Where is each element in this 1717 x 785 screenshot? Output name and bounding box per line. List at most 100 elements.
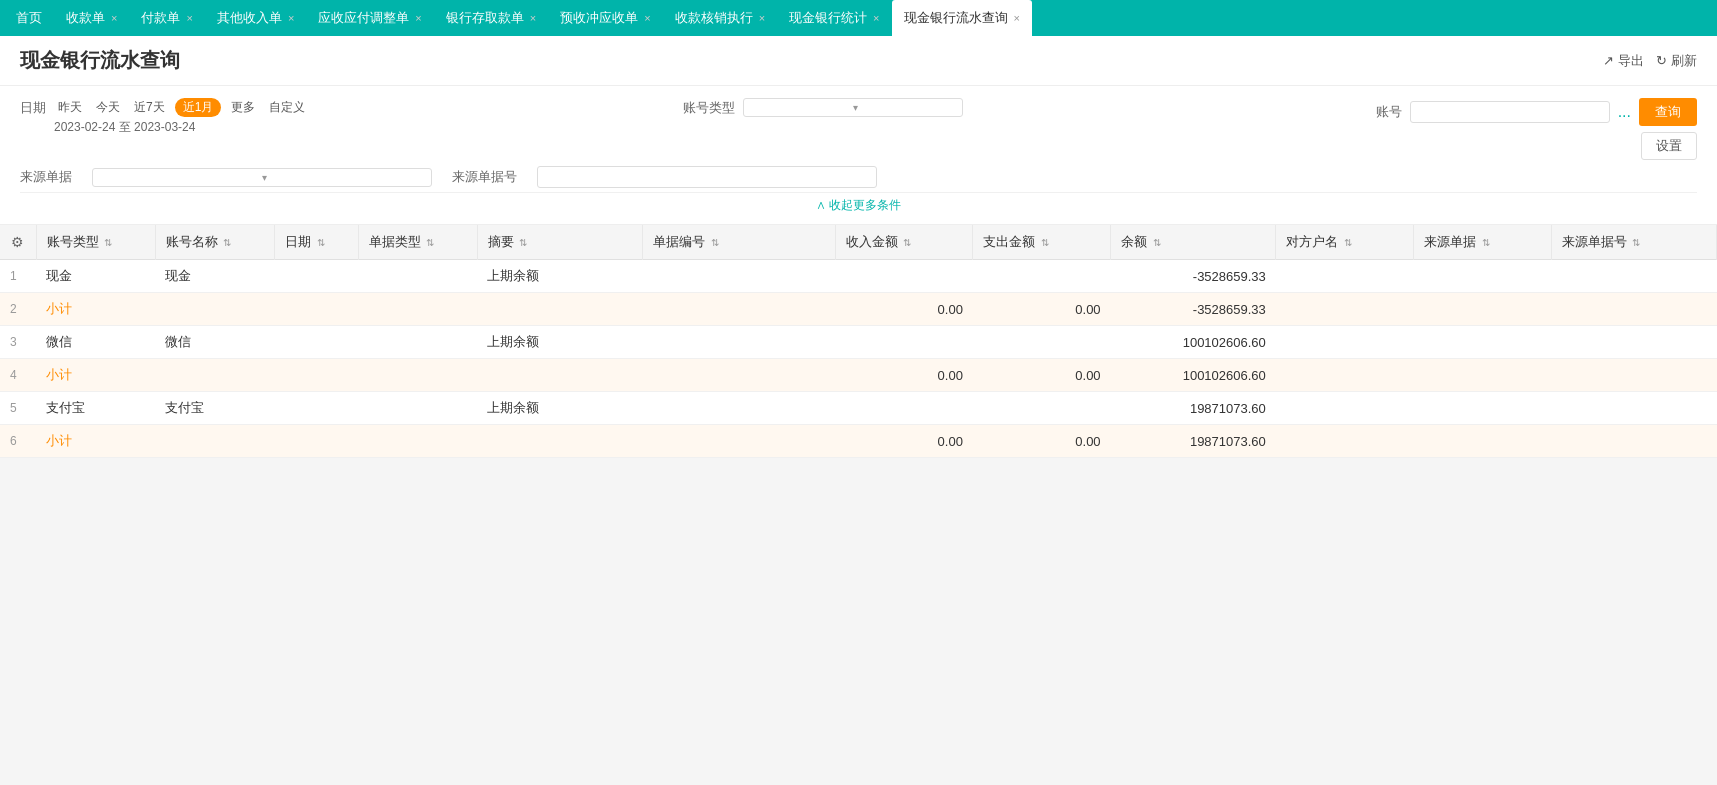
sort-icon: ⇅ <box>317 237 325 248</box>
nav-advance[interactable]: 预收冲应收单 × <box>548 0 662 36</box>
account-type-select[interactable]: ▾ <box>743 98 963 117</box>
account-type-label: 账号类型 <box>683 99 735 117</box>
row-num: 3 <box>0 326 36 359</box>
row-num: 1 <box>0 260 36 293</box>
query-button[interactable]: 查询 <box>1639 98 1697 126</box>
nav-verify-label: 收款核销执行 <box>675 0 753 36</box>
cell-doc-no <box>642 326 835 359</box>
nav-other-income-label: 其他收入单 <box>217 0 282 36</box>
row-num: 6 <box>0 425 36 458</box>
settings-button[interactable]: 设置 <box>1641 132 1697 160</box>
cell-doc-type <box>358 359 477 392</box>
source-doc-num-input[interactable] <box>537 166 877 188</box>
close-icon[interactable]: × <box>111 0 117 36</box>
col-source-doc-label: 来源单据 <box>1424 234 1476 249</box>
col-expense-label: 支出金额 <box>983 234 1035 249</box>
date-opt-today[interactable]: 今天 <box>92 98 124 117</box>
col-account-name-label: 账号名称 <box>166 234 218 249</box>
sort-icon: ⇅ <box>903 237 911 248</box>
date-opt-yesterday[interactable]: 昨天 <box>54 98 86 117</box>
cell-balance: 100102606.60 <box>1111 326 1276 359</box>
account-input[interactable] <box>1410 101 1610 123</box>
nav-advance-label: 预收冲应收单 <box>560 0 638 36</box>
nav-adjustment[interactable]: 应收应付调整单 × <box>306 0 433 36</box>
nav-bank-flow[interactable]: 现金银行流水查询 × <box>892 0 1032 36</box>
cell-summary: 上期余额 <box>477 392 642 425</box>
page-title: 现金银行流水查询 <box>20 47 180 74</box>
top-nav: 首页 收款单 × 付款单 × 其他收入单 × 应收应付调整单 × 银行存取款单 … <box>0 0 1717 36</box>
nav-home[interactable]: 首页 <box>4 0 54 36</box>
nav-bank-deposit[interactable]: 银行存取款单 × <box>434 0 548 36</box>
cell-account-type: 现金 <box>36 260 155 293</box>
cell-balance: -3528659.33 <box>1111 293 1276 326</box>
col-doc-no-label: 单据编号 <box>653 234 705 249</box>
close-icon[interactable]: × <box>530 0 536 36</box>
col-summary[interactable]: 摘要 ⇅ <box>477 225 642 260</box>
cell-summary <box>477 425 642 458</box>
date-opt-7days[interactable]: 近7天 <box>130 98 169 117</box>
close-icon[interactable]: × <box>644 0 650 36</box>
close-icon[interactable]: × <box>288 0 294 36</box>
cell-doc-no <box>642 425 835 458</box>
sort-icon: ⇅ <box>1153 237 1161 248</box>
col-gear[interactable]: ⚙ <box>0 225 36 260</box>
cell-counterpart <box>1276 293 1414 326</box>
col-expense[interactable]: 支出金额 ⇅ <box>973 225 1111 260</box>
nav-receipt[interactable]: 收款单 × <box>54 0 129 36</box>
cell-expense: 0.00 <box>973 425 1111 458</box>
chevron-down-icon: ▾ <box>262 172 423 183</box>
cell-doc-no <box>642 392 835 425</box>
cell-summary <box>477 359 642 392</box>
sort-icon: ⇅ <box>711 237 719 248</box>
row-num: 2 <box>0 293 36 326</box>
sort-icon: ⇅ <box>519 237 527 248</box>
col-counterpart[interactable]: 对方户名 ⇅ <box>1276 225 1414 260</box>
date-filter-group: 日期 昨天 今天 近7天 近1月 更多 自定义 2023-02-24 至 202… <box>20 98 309 136</box>
col-income[interactable]: 收入金额 ⇅ <box>835 225 973 260</box>
source-doc-select[interactable]: ▾ <box>92 168 432 187</box>
close-icon[interactable]: × <box>759 0 765 36</box>
cell-income: 0.00 <box>835 293 973 326</box>
nav-bank-stats-label: 现金银行统计 <box>789 0 867 36</box>
export-icon: ↗ <box>1603 53 1614 68</box>
close-icon[interactable]: × <box>873 0 879 36</box>
col-date-label: 日期 <box>285 234 311 249</box>
close-icon[interactable]: × <box>186 0 192 36</box>
table-row: 3 微信 微信 上期余额 100102606.60 <box>0 326 1717 359</box>
date-opt-more[interactable]: 更多 <box>227 98 259 117</box>
cell-doc-type <box>358 293 477 326</box>
cell-doc-type <box>358 260 477 293</box>
col-doc-no[interactable]: 单据编号 ⇅ <box>642 225 835 260</box>
cell-source-doc-no <box>1551 392 1716 425</box>
cell-date <box>275 392 358 425</box>
row-num: 5 <box>0 392 36 425</box>
col-source-doc-no[interactable]: 来源单据号 ⇅ <box>1551 225 1716 260</box>
collapse-label: 收起更多条件 <box>829 198 901 212</box>
nav-other-income[interactable]: 其他收入单 × <box>205 0 306 36</box>
col-doc-type[interactable]: 单据类型 ⇅ <box>358 225 477 260</box>
close-icon[interactable]: × <box>1014 0 1020 36</box>
cell-counterpart <box>1276 260 1414 293</box>
col-doc-type-label: 单据类型 <box>369 234 421 249</box>
nav-verify[interactable]: 收款核销执行 × <box>663 0 777 36</box>
refresh-button[interactable]: ↻ 刷新 <box>1656 52 1697 70</box>
export-button[interactable]: ↗ 导出 <box>1603 52 1644 70</box>
nav-bank-stats[interactable]: 现金银行统计 × <box>777 0 891 36</box>
date-range-display: 2023-02-24 至 2023-03-24 <box>54 120 195 134</box>
col-account-type[interactable]: 账号类型 ⇅ <box>36 225 155 260</box>
close-icon[interactable]: × <box>415 0 421 36</box>
cell-summary <box>477 293 642 326</box>
nav-payment[interactable]: 付款单 × <box>129 0 204 36</box>
cell-source-doc-no <box>1551 326 1716 359</box>
date-opt-1month[interactable]: 近1月 <box>175 98 222 117</box>
col-source-doc[interactable]: 来源单据 ⇅ <box>1414 225 1552 260</box>
col-balance[interactable]: 余额 ⇅ <box>1111 225 1276 260</box>
cell-date <box>275 326 358 359</box>
sort-icon: ⇅ <box>223 237 231 248</box>
cell-date <box>275 425 358 458</box>
col-account-name[interactable]: 账号名称 ⇅ <box>155 225 274 260</box>
date-opt-custom[interactable]: 自定义 <box>265 98 309 117</box>
col-date[interactable]: 日期 ⇅ <box>275 225 358 260</box>
more-options-icon[interactable]: ... <box>1618 103 1631 121</box>
collapse-bar[interactable]: ∧ 收起更多条件 <box>20 192 1697 216</box>
